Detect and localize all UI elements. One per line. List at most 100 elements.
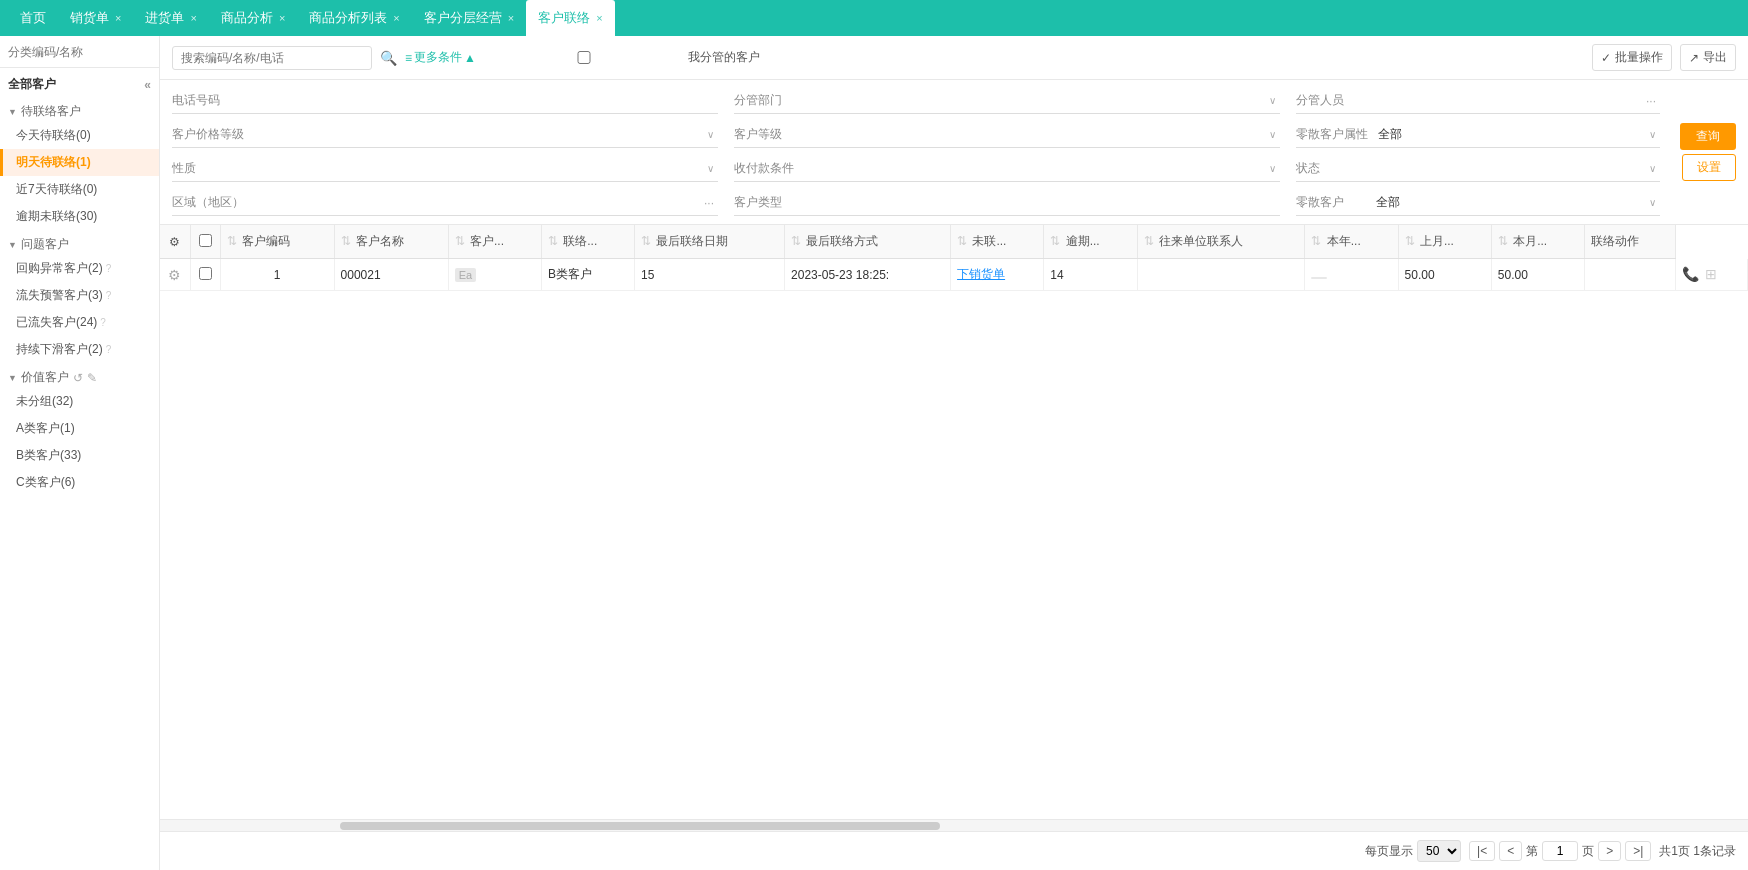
filter-status-arrow[interactable]: ∨ (1649, 163, 1656, 174)
close-purchase-order-icon[interactable]: × (190, 12, 196, 24)
nav-customer-contact[interactable]: 客户联络 × (526, 0, 614, 36)
filter-dept-arrow[interactable]: ∨ (1269, 95, 1276, 106)
sidebar-item-b-class[interactable]: B类客户(33) (0, 442, 159, 469)
contact-method-link[interactable]: 下销货单 (957, 267, 1005, 281)
sidebar-item-ungrouped[interactable]: 未分组(32) (0, 388, 159, 415)
sidebar-item-tomorrow-pending[interactable]: 明天待联络(1) (0, 149, 159, 176)
col-customer-type[interactable]: ⇅ 客户... (448, 225, 541, 259)
nav-home[interactable]: 首页 (8, 0, 58, 36)
filter-row-1: 电话号码 分管部门 ∨ 分管人员 ··· (172, 88, 1676, 114)
sidebar-search-input[interactable] (8, 45, 158, 59)
filter-scatter-attr-arrow[interactable]: ∨ (1649, 129, 1656, 140)
prev-page-button[interactable]: < (1499, 841, 1522, 861)
filter-customer-level-arrow[interactable]: ∨ (1269, 129, 1276, 140)
filter-scatter-attr-value: 全部 (1378, 126, 1402, 143)
search-input[interactable] (172, 46, 372, 70)
nav-product-analysis[interactable]: 商品分析 × (209, 0, 297, 36)
filter-scatter-attr-label: 零散客户属性 (1296, 126, 1368, 143)
my-customers-checkbox-label[interactable]: 我分管的客户 (484, 49, 760, 66)
col-gear[interactable]: ⚙ (160, 225, 190, 259)
row-select-checkbox[interactable] (199, 267, 212, 280)
sidebar-item-c-class[interactable]: C类客户(6) (0, 469, 159, 496)
row-last-contact-method[interactable]: 下销货单 (951, 259, 1044, 291)
help-icon-3[interactable]: ? (106, 344, 112, 355)
close-product-analysis-icon[interactable]: × (279, 12, 285, 24)
collapse-sidebar-icon[interactable]: « (144, 78, 151, 92)
help-icon-0[interactable]: ? (106, 263, 112, 274)
value-edit-icon[interactable]: ✎ (87, 371, 97, 385)
filter-region-dots[interactable]: ··· (704, 196, 714, 210)
help-icon-1[interactable]: ? (106, 290, 112, 301)
value-section-title: 价值客户 ↺ ✎ (0, 363, 159, 388)
nav-sales-order[interactable]: 销货单 × (58, 0, 133, 36)
filter-row-3: 性质 ∨ 收付款条件 ∨ 状态 ∨ (172, 156, 1676, 182)
close-product-analysis-list-icon[interactable]: × (393, 12, 399, 24)
sidebar-item-a-class[interactable]: A类客户(1) (0, 415, 159, 442)
gear-icon[interactable]: ⚙ (169, 235, 180, 249)
filter-customer-level-label: 客户等级 (734, 126, 804, 143)
filter-nature-arrow[interactable]: ∨ (707, 163, 714, 174)
filter-scatter-customer-arrow[interactable]: ∨ (1649, 197, 1656, 208)
row-this-month (1585, 259, 1676, 291)
col-contact[interactable]: ⇅ 联络... (541, 225, 634, 259)
filter-toggle[interactable]: ≡ 更多条件 ▲ (405, 49, 476, 66)
table-header-row: ⚙ ⇅ 客户编码 ⇅ 客户名称 (160, 225, 1748, 259)
col-uncontacted[interactable]: ⇅ 未联... (951, 225, 1044, 259)
row-last-contact-date: 2023-05-23 18:25: (785, 259, 951, 291)
next-page-button[interactable]: > (1598, 841, 1621, 861)
sidebar-item-overdue-pending[interactable]: 逾期未联络(30) (0, 203, 159, 230)
page-number-input[interactable] (1542, 841, 1578, 861)
col-last-contact-method[interactable]: ⇅ 最后联络方式 (785, 225, 951, 259)
close-sales-order-icon[interactable]: × (115, 12, 121, 24)
pending-section-title: 待联络客户 (0, 97, 159, 122)
filter-price-level-arrow[interactable]: ∨ (707, 129, 714, 140)
nav-purchase-order[interactable]: 进货单 × (133, 0, 208, 36)
action-qr-icon[interactable]: ⊞ (1705, 266, 1717, 282)
row-customer-type: B类客户 (541, 259, 634, 291)
row-customer-name[interactable]: Ea (448, 259, 541, 291)
col-last-month[interactable]: ⇅ 上月... (1398, 225, 1491, 259)
row-gear[interactable]: ⚙ (160, 259, 190, 291)
filter-payment-arrow[interactable]: ∨ (1269, 163, 1276, 174)
all-customers-header: 全部客户 « (0, 68, 159, 97)
last-page-button[interactable]: >| (1625, 841, 1651, 861)
help-icon-2[interactable]: ? (100, 317, 106, 328)
filter-person-dots[interactable]: ··· (1646, 94, 1656, 108)
col-customer-code[interactable]: ⇅ 客户编码 (220, 225, 334, 259)
col-company-contact[interactable]: ⇅ 往来单位联系人 (1137, 225, 1305, 259)
sidebar-item-churn-warning[interactable]: 流失预警客户(3) ? (0, 282, 159, 309)
col-this-month[interactable]: ⇅ 本月... (1491, 225, 1584, 259)
col-overdue[interactable]: ⇅ 逾期... (1044, 225, 1137, 259)
sidebar-item-repurchase-abnormal[interactable]: 回购异常客户(2) ? (0, 255, 159, 282)
select-all-checkbox[interactable] (199, 234, 212, 247)
filter-nature-label: 性质 (172, 160, 242, 177)
col-customer-name[interactable]: ⇅ 客户名称 (334, 225, 448, 259)
row-uncontacted: 14 (1044, 259, 1137, 291)
close-customer-tier-icon[interactable]: × (508, 12, 514, 24)
nav-product-analysis-list[interactable]: 商品分析列表 × (297, 0, 411, 36)
sort-icon-company: ⇅ (1144, 234, 1154, 248)
row-overdue (1137, 259, 1305, 291)
sidebar-item-churned[interactable]: 已流失客户(24) ? (0, 309, 159, 336)
page-size-select[interactable]: 50 (1417, 840, 1461, 862)
first-page-button[interactable]: |< (1469, 841, 1495, 861)
set-button[interactable]: 设置 (1682, 154, 1736, 181)
col-last-contact-date[interactable]: ⇅ 最后联络日期 (635, 225, 785, 259)
sidebar-item-today-pending[interactable]: 今天待联络(0) (0, 122, 159, 149)
col-this-year[interactable]: ⇅ 本年... (1305, 225, 1398, 259)
export-button[interactable]: ↗ 导出 (1680, 44, 1736, 71)
pagination: |< < 第 页 > >| (1469, 841, 1651, 861)
close-customer-contact-icon[interactable]: × (596, 12, 602, 24)
nav-customer-tier[interactable]: 客户分层经营 × (412, 0, 526, 36)
toolbar-search-icon[interactable]: 🔍 (380, 50, 397, 66)
scrollbar-thumb[interactable] (340, 822, 940, 830)
filter-price-level-label: 客户价格等级 (172, 126, 244, 143)
batch-operation-button[interactable]: ✓ 批量操作 (1592, 44, 1672, 71)
my-customers-checkbox[interactable] (484, 51, 684, 64)
sidebar-item-week-pending[interactable]: 近7天待联络(0) (0, 176, 159, 203)
action-phone-icon[interactable]: 📞 (1682, 266, 1699, 282)
query-button[interactable]: 查询 (1680, 123, 1736, 150)
sidebar-item-declining[interactable]: 持续下滑客户(2) ? (0, 336, 159, 363)
value-refresh-icon[interactable]: ↺ (73, 371, 83, 385)
horizontal-scrollbar[interactable] (160, 819, 1748, 831)
